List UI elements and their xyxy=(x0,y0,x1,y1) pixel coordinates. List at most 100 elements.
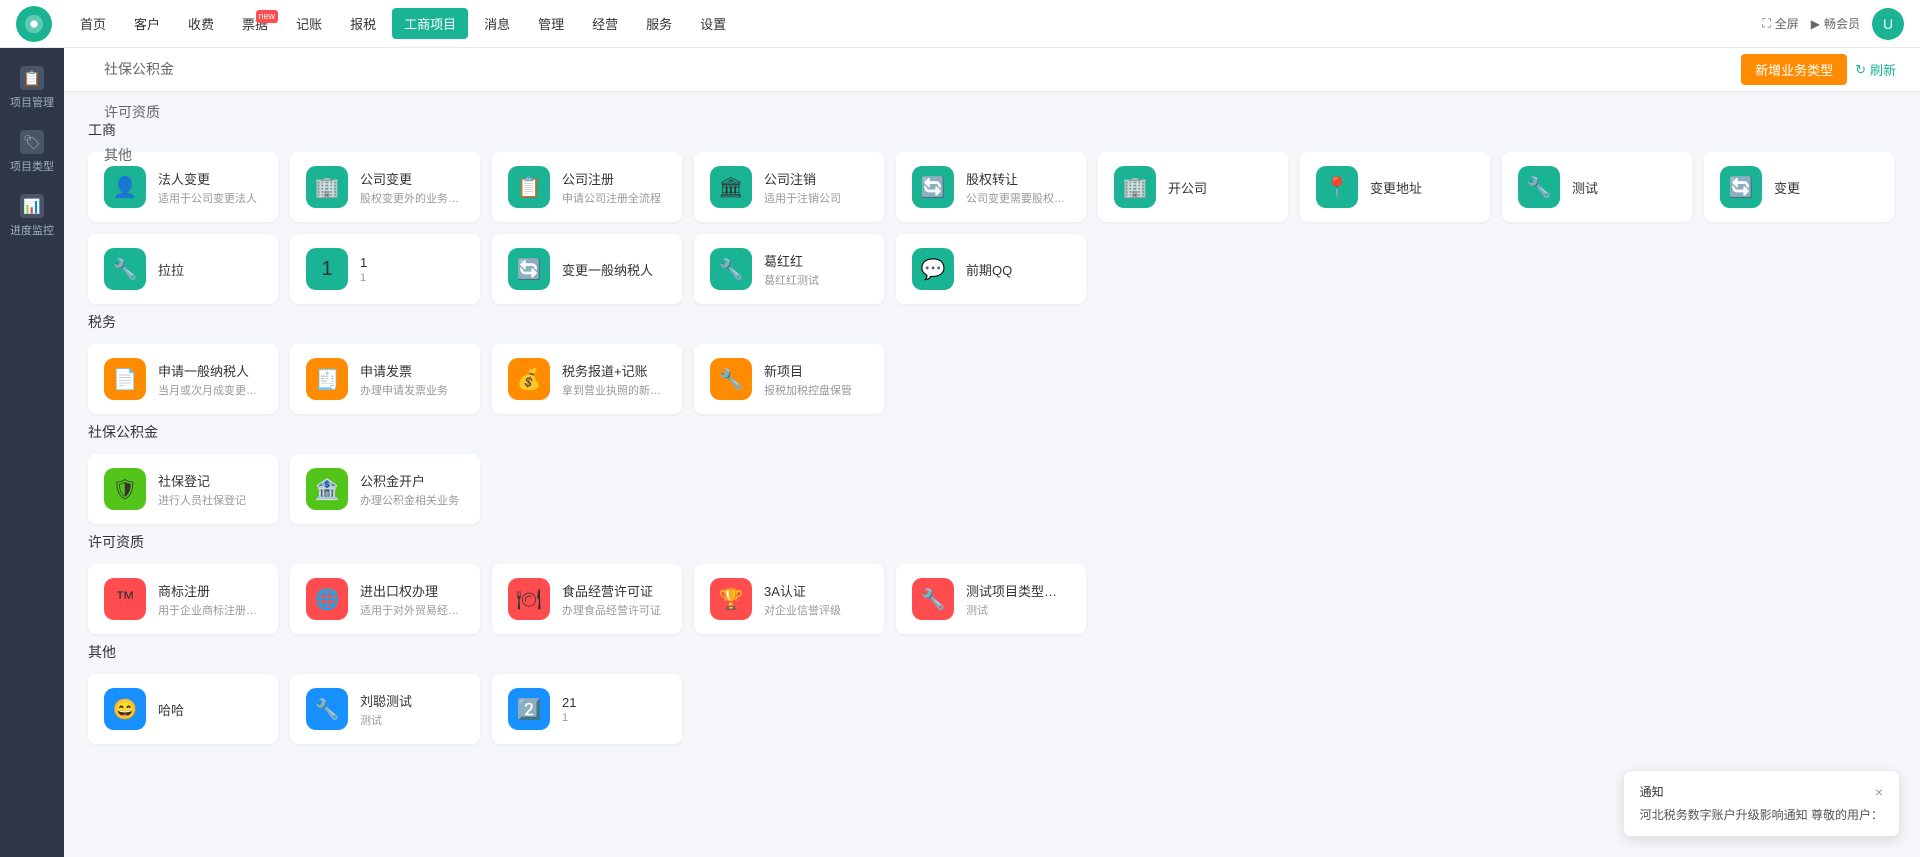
card-desc: 当月或次月成变更完成 xyxy=(158,382,262,398)
card-title: 新项目 xyxy=(764,361,868,380)
service-card-进出口权办理[interactable]: 🌐 进出口权办理 适用于对外贸易经营者 xyxy=(290,564,480,634)
card-desc: 公司变更需要股权转让 xyxy=(966,190,1070,206)
card-text: 3A认证 对企业信誉评级 xyxy=(764,581,868,618)
card-title: 哈哈 xyxy=(158,700,262,719)
service-card-公司变更[interactable]: 🏢 公司变更 股权变更外的业务变更 xyxy=(290,152,480,222)
nav-item-收费[interactable]: 收费 xyxy=(176,8,226,39)
service-card-变更[interactable]: 🔄 变更 xyxy=(1704,152,1894,222)
card-title: 刘聪测试 xyxy=(360,691,464,710)
service-card-食品经营许可证[interactable]: 🍽 食品经营许可证 办理食品经营许可证 xyxy=(492,564,682,634)
app-logo[interactable] xyxy=(16,6,52,42)
sidebar-item-项目管理[interactable]: 📋 项目管理 xyxy=(0,56,64,120)
new-business-type-button[interactable]: 新增业务类型 xyxy=(1741,54,1847,85)
cards-grid: 📄 申请一般纳税人 当月或次月成变更完成 🧾 申请发票 办理申请发票业务 💰 税… xyxy=(88,344,1896,414)
card-desc: 1 xyxy=(562,712,666,724)
service-card-测试项目类型目定义[interactable]: 🔧 测试项目类型目定义 测试 xyxy=(896,564,1086,634)
tab-其他[interactable]: 其他 xyxy=(88,134,190,178)
card-text: 进出口权办理 适用于对外贸易经营者 xyxy=(360,581,464,618)
refresh-icon: ↻ xyxy=(1855,62,1866,78)
card-title: 申请一般纳税人 xyxy=(158,361,262,380)
service-card-3A认证[interactable]: 🏆 3A认证 对企业信誉评级 xyxy=(694,564,884,634)
nav-item-客户[interactable]: 客户 xyxy=(122,8,172,39)
service-card-公积金开户[interactable]: 🏦 公积金开户 办理公积金相关业务 xyxy=(290,454,480,524)
card-title: 3A认证 xyxy=(764,581,868,600)
card-desc: 适用于公司变更法人 xyxy=(158,190,262,206)
fullscreen-button[interactable]: ⛶ 全屏 xyxy=(1762,15,1798,32)
service-card-刘聪测试[interactable]: 🔧 刘聪测试 测试 xyxy=(290,674,480,744)
service-card-开公司[interactable]: 🏢 开公司 xyxy=(1098,152,1288,222)
tab-许可资质[interactable]: 许可资质 xyxy=(88,91,190,135)
card-text: 食品经营许可证 办理食品经营许可证 xyxy=(562,581,666,618)
service-card-变更地址[interactable]: 📍 变更地址 xyxy=(1300,152,1490,222)
nav-item-记账[interactable]: 记账 xyxy=(284,8,334,39)
notification-close-button[interactable]: × xyxy=(1875,784,1883,800)
nav-item-报税[interactable]: 报税 xyxy=(338,8,388,39)
service-card-申请发票[interactable]: 🧾 申请发票 办理申请发票业务 xyxy=(290,344,480,414)
card-icon: 1 xyxy=(306,248,348,290)
section-工商: 工商 👤 法人变更 适用于公司变更法人 🏢 公司变更 股权变更外的业务变更 📋 … xyxy=(88,120,1896,304)
nav-item-服务[interactable]: 服务 xyxy=(634,8,684,39)
card-icon: 🔧 xyxy=(912,578,954,620)
service-card-股权转让[interactable]: 🔄 股权转让 公司变更需要股权转让 xyxy=(896,152,1086,222)
card-icon: 💬 xyxy=(912,248,954,290)
nav-item-工商项目[interactable]: 工商项目 xyxy=(392,8,468,39)
card-icon: 🔄 xyxy=(1720,166,1762,208)
sidebar-item-进度监控[interactable]: 📊 进度监控 xyxy=(0,184,64,248)
cards-grid: ™ 商标注册 用于企业商标注册服务 🌐 进出口权办理 适用于对外贸易经营者 🍽 … xyxy=(88,564,1896,634)
service-card-税务报道+记账[interactable]: 💰 税务报道+记账 拿到营业执照的新公司 xyxy=(492,344,682,414)
card-title: 前期QQ xyxy=(966,260,1070,279)
card-desc: 股权变更外的业务变更 xyxy=(360,190,464,206)
service-card-测试[interactable]: 🔧 测试 xyxy=(1502,152,1692,222)
service-card-拉拉[interactable]: 🔧 拉拉 xyxy=(88,234,278,304)
top-navigation: 首页客户收费票据new记账报税工商项目消息管理经营服务设置 ⛶ 全屏 ▶ 畅会员… xyxy=(0,0,1920,48)
card-icon: 🏦 xyxy=(306,468,348,510)
service-card-公司注册[interactable]: 📋 公司注册 申请公司注册全流程 xyxy=(492,152,682,222)
user-avatar[interactable]: U xyxy=(1872,8,1904,40)
service-card-1[interactable]: 1 1 1 xyxy=(290,234,480,304)
refresh-button[interactable]: ↻ 刷新 xyxy=(1855,60,1896,79)
card-icon: 💰 xyxy=(508,358,550,400)
service-card-商标注册[interactable]: ™ 商标注册 用于企业商标注册服务 xyxy=(88,564,278,634)
section-title: 社保公积金 xyxy=(88,422,1896,442)
card-icon: 🛡 xyxy=(104,468,146,510)
card-desc: 葛红红测试 xyxy=(764,272,868,288)
card-icon: 🧾 xyxy=(306,358,348,400)
service-card-哈哈[interactable]: 😄 哈哈 xyxy=(88,674,278,744)
cards-grid: 😄 哈哈 🔧 刘聪测试 测试 2️⃣ 21 1 xyxy=(88,674,1896,744)
nav-item-经营[interactable]: 经营 xyxy=(580,8,630,39)
card-desc: 适用于注销公司 xyxy=(764,190,868,206)
nav-item-管理[interactable]: 管理 xyxy=(526,8,576,39)
service-card-变更一般纳税人[interactable]: 🔄 变更一般纳税人 xyxy=(492,234,682,304)
content-area: 工商 👤 法人变更 适用于公司变更法人 🏢 公司变更 股权变更外的业务变更 📋 … xyxy=(64,92,1920,772)
section-其他: 其他 😄 哈哈 🔧 刘聪测试 测试 2️⃣ 21 1 xyxy=(88,642,1896,744)
service-card-新项目[interactable]: 🔧 新项目 报税加税控盘保管 xyxy=(694,344,884,414)
notification-title: 通知 xyxy=(1640,783,1664,800)
card-desc: 办理食品经营许可证 xyxy=(562,602,666,618)
card-desc: 报税加税控盘保管 xyxy=(764,382,868,398)
cards-grid: 🛡 社保登记 进行人员社保登记 🏦 公积金开户 办理公积金相关业务 xyxy=(88,454,1896,524)
card-title: 21 xyxy=(562,695,666,710)
card-title: 股权转让 xyxy=(966,169,1070,188)
service-card-申请一般纳税人[interactable]: 📄 申请一般纳税人 当月或次月成变更完成 xyxy=(88,344,278,414)
nav-item-票据[interactable]: 票据new xyxy=(230,8,280,39)
sidebar-item-项目类型[interactable]: 🏷 项目类型 xyxy=(0,120,64,184)
tab-社保公积金[interactable]: 社保公积金 xyxy=(88,48,190,92)
notification-body: 河北税务数字账户升级影响通知 尊敬的用户： xyxy=(1640,806,1883,824)
service-card-21[interactable]: 2️⃣ 21 1 xyxy=(492,674,682,744)
card-title: 公司变更 xyxy=(360,169,464,188)
card-desc: 办理公积金相关业务 xyxy=(360,492,464,508)
nav-item-设置[interactable]: 设置 xyxy=(688,8,738,39)
vip-button[interactable]: ▶ 畅会员 xyxy=(1811,15,1860,32)
service-card-前期QQ[interactable]: 💬 前期QQ xyxy=(896,234,1086,304)
card-icon: 🍽 xyxy=(508,578,550,620)
nav-item-首页[interactable]: 首页 xyxy=(68,8,118,39)
sidebar-item-label: 项目管理 xyxy=(10,94,54,110)
card-icon: 📄 xyxy=(104,358,146,400)
card-desc: 1 xyxy=(360,272,464,284)
service-card-社保登记[interactable]: 🛡 社保登记 进行人员社保登记 xyxy=(88,454,278,524)
nav-item-消息[interactable]: 消息 xyxy=(472,8,522,39)
card-icon: 🏛 xyxy=(710,166,752,208)
service-card-葛红红[interactable]: 🔧 葛红红 葛红红测试 xyxy=(694,234,884,304)
card-title: 税务报道+记账 xyxy=(562,361,666,380)
service-card-公司注销[interactable]: 🏛 公司注销 适用于注销公司 xyxy=(694,152,884,222)
